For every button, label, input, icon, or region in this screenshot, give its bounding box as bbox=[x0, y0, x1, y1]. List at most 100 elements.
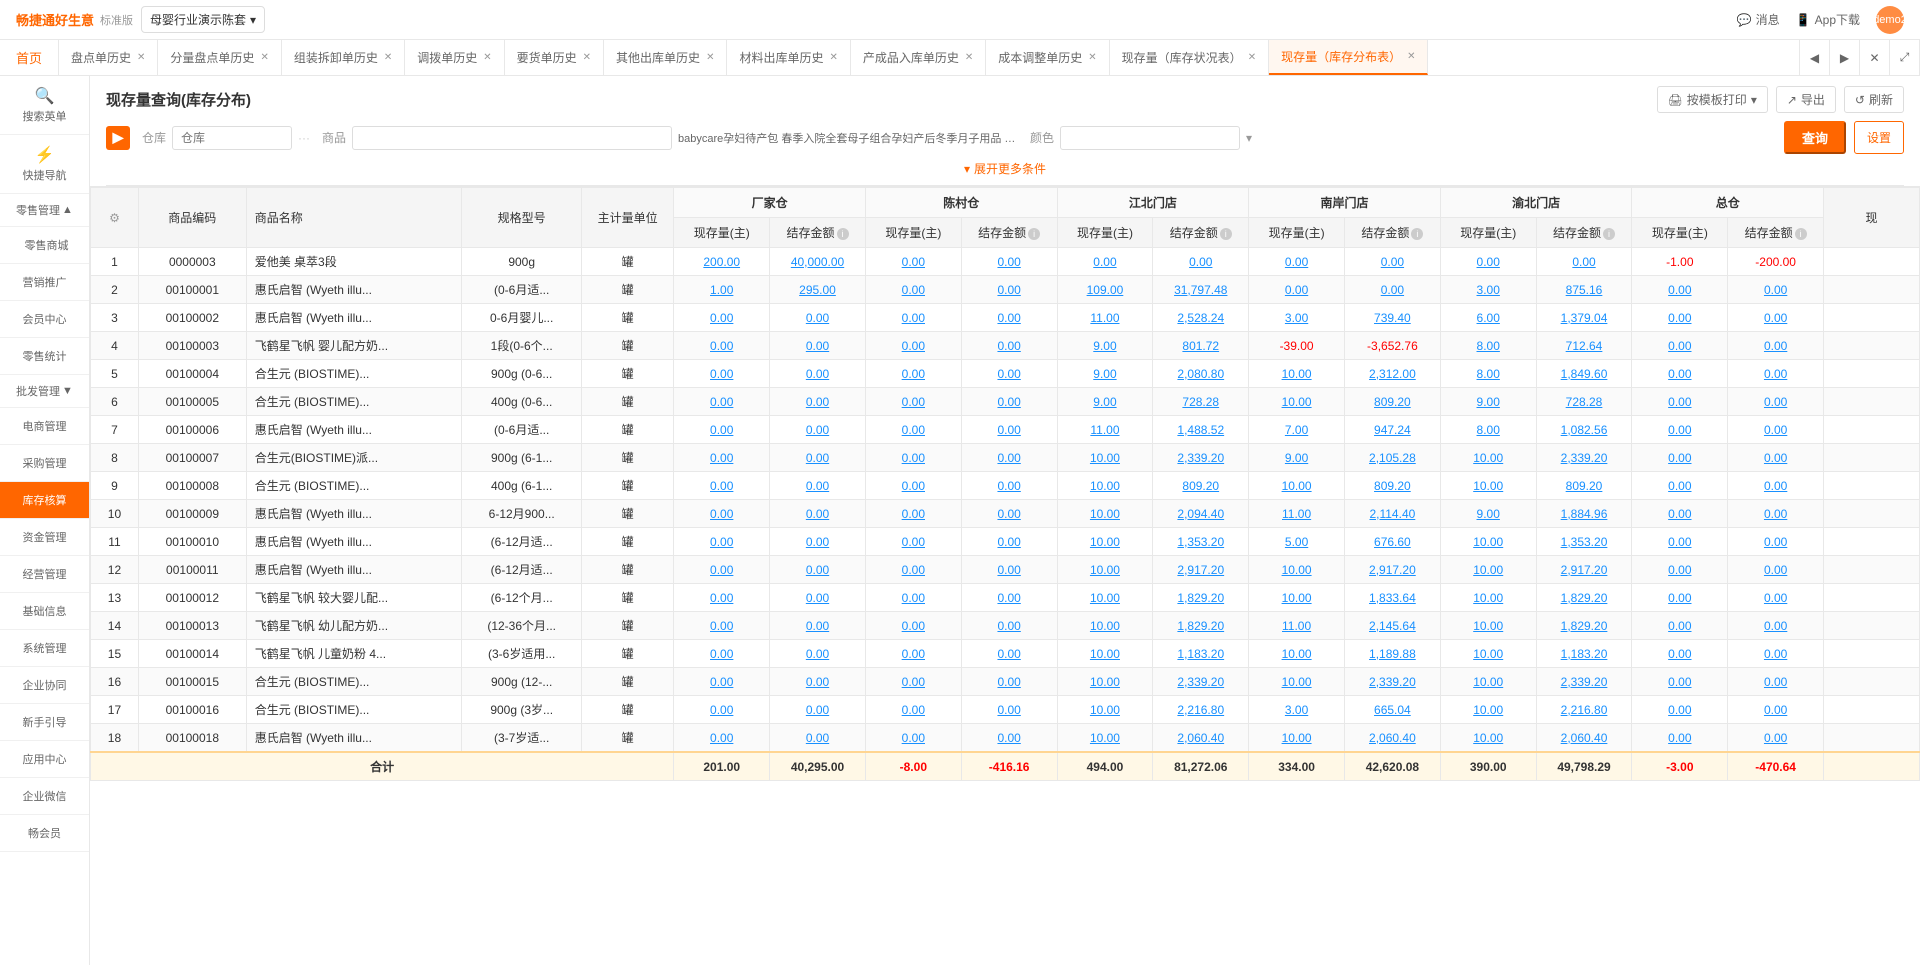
industry-dropdown[interactable]: 母婴行业演示陈套 ▾ bbox=[141, 6, 265, 33]
app-download-btn[interactable]: 📱 App下载 bbox=[1796, 11, 1860, 28]
warehouse-more[interactable]: ··· bbox=[298, 131, 310, 145]
info-icon1[interactable]: i bbox=[837, 228, 849, 240]
filter-toggle-btn[interactable]: ▶ bbox=[106, 126, 130, 150]
gear-icon[interactable]: ⚙ bbox=[109, 211, 120, 225]
cell-text: 罐 bbox=[582, 556, 674, 584]
tab-close-diaobo[interactable]: ✕ bbox=[483, 52, 491, 63]
refresh-btn[interactable]: ↺ 刷新 bbox=[1844, 86, 1904, 113]
cell-num: 10.00 bbox=[1249, 668, 1345, 696]
info-icon6[interactable]: i bbox=[1795, 228, 1807, 240]
tab-diaobo[interactable]: 调拨单历史✕ bbox=[405, 40, 504, 75]
sidebar-item-system[interactable]: 系统管理 bbox=[0, 630, 89, 667]
table-row: 400100003飞鹤星飞帆 婴儿配方奶...1段(0-6个...罐0.000.… bbox=[91, 332, 1920, 360]
tab-xiancun-dist[interactable]: 现存量（库存分布表）✕ bbox=[1269, 40, 1428, 75]
th-yubei-amt: 结存金额i bbox=[1536, 218, 1632, 248]
cell-num: 8.00 bbox=[1440, 332, 1536, 360]
nav-icon: ⚡ bbox=[4, 145, 85, 165]
tab-pandian[interactable]: 盘点单历史✕ bbox=[59, 40, 158, 75]
table-row: 500100004合生元 (BIOSTIME)...900g (0-6...罐0… bbox=[91, 360, 1920, 388]
avatar[interactable]: demo2 bbox=[1876, 6, 1904, 34]
sidebar-item-retail-stats[interactable]: 零售统计 bbox=[0, 338, 89, 375]
export-btn[interactable]: ↗ 导出 bbox=[1776, 86, 1836, 113]
sidebar-item-wechat[interactable]: 企业微信 bbox=[0, 778, 89, 815]
sidebar-item-inventory[interactable]: 库存核算 bbox=[0, 482, 89, 519]
cell-num: 295.00 bbox=[770, 276, 866, 304]
cell-num: 0.00 bbox=[770, 416, 866, 444]
cell-num: 0.00 bbox=[1632, 472, 1728, 500]
sidebar-item-basic-info[interactable]: 基础信息 bbox=[0, 593, 89, 630]
cell-num: 0.00 bbox=[1440, 248, 1536, 276]
cell-num: 0.00 bbox=[1632, 360, 1728, 388]
cell-num: 0.00 bbox=[770, 360, 866, 388]
sidebar-item-vip[interactable]: 畅会员 bbox=[0, 815, 89, 852]
tab-close-yaohuo[interactable]: ✕ bbox=[583, 52, 591, 63]
tab-close-all-btn[interactable]: ✕ bbox=[1860, 40, 1890, 75]
tab-expand-btn[interactable]: ⤢ bbox=[1890, 40, 1920, 75]
tab-chengpinru[interactable]: 产成品入库单历史✕ bbox=[851, 40, 986, 75]
tab-close-zuzhuan[interactable]: ✕ bbox=[384, 52, 392, 63]
tab-close-chengpinru[interactable]: ✕ bbox=[965, 52, 973, 63]
tab-chengtiao[interactable]: 成本调整单历史✕ bbox=[986, 40, 1109, 75]
tab-zuzhuan[interactable]: 组装拆卸单历史✕ bbox=[282, 40, 405, 75]
th-total-amt: 结存金额i bbox=[1728, 218, 1824, 248]
cell-num: 0.00 bbox=[770, 388, 866, 416]
cell-text: (12-36个月... bbox=[462, 612, 582, 640]
query-btn[interactable]: 查询 bbox=[1784, 121, 1846, 154]
cell-text: 惠氏启智 (Wyeth illu... bbox=[246, 416, 462, 444]
sidebar-item-appcenter[interactable]: 应用中心 bbox=[0, 741, 89, 778]
tab-close-xiancun-status[interactable]: ✕ bbox=[1248, 52, 1256, 63]
cell-num: 0.00 bbox=[865, 668, 961, 696]
th-gear[interactable]: ⚙ bbox=[91, 188, 139, 248]
cell-num: -3,652.76 bbox=[1344, 332, 1440, 360]
tab-close-xiancun-dist[interactable]: ✕ bbox=[1407, 51, 1415, 62]
sidebar-item-wholesale-mgmt[interactable]: 批发管理 ▼ bbox=[0, 375, 89, 408]
sidebar-item-retail-mgmt[interactable]: 零售管理 ▲ bbox=[0, 194, 89, 227]
cell-num: 109.00 bbox=[1057, 276, 1153, 304]
cell-num: 8.00 bbox=[1440, 416, 1536, 444]
info-icon4[interactable]: i bbox=[1411, 228, 1423, 240]
sidebar-item-retail-mall[interactable]: 零售商城 bbox=[0, 227, 89, 264]
tab-cailiaochu[interactable]: 材料出库单历史✕ bbox=[727, 40, 850, 75]
tab-close-pandian[interactable]: ✕ bbox=[137, 52, 145, 63]
cell-num: 0.00 bbox=[961, 388, 1057, 416]
tab-close-fenpandian[interactable]: ✕ bbox=[260, 52, 268, 63]
color-input[interactable] bbox=[1060, 126, 1240, 150]
cell-num: 2,216.80 bbox=[1536, 696, 1632, 724]
tab-close-cailiaochu[interactable]: ✕ bbox=[829, 52, 837, 63]
sidebar-item-search[interactable]: 🔍 搜索英单 bbox=[0, 76, 89, 135]
goods-input[interactable] bbox=[352, 126, 672, 150]
tab-home[interactable]: 首页 bbox=[0, 40, 59, 75]
info-icon3[interactable]: i bbox=[1220, 228, 1232, 240]
chevron-down-icon3: ▾ bbox=[1751, 93, 1757, 107]
sidebar-item-purchase[interactable]: 采购管理 bbox=[0, 445, 89, 482]
cell-seq: 6 bbox=[91, 388, 139, 416]
warehouse-input[interactable] bbox=[172, 126, 292, 150]
tab-fenpandian[interactable]: 分量盘点单历史✕ bbox=[158, 40, 281, 75]
tab-next-btn[interactable]: ▶ bbox=[1830, 40, 1860, 75]
sidebar-item-ecommerce[interactable]: 电商管理 bbox=[0, 408, 89, 445]
info-icon2[interactable]: i bbox=[1028, 228, 1040, 240]
tab-close-chengtiao[interactable]: ✕ bbox=[1088, 52, 1096, 63]
tab-xiancun-status[interactable]: 现存量（库存状况表）✕ bbox=[1110, 40, 1269, 75]
sidebar-item-guide[interactable]: 新手引导 bbox=[0, 704, 89, 741]
tab-prev-btn[interactable]: ◀ bbox=[1800, 40, 1830, 75]
sidebar-item-operations[interactable]: 经营管理 bbox=[0, 556, 89, 593]
warehouse-label: 仓库 bbox=[142, 129, 166, 146]
info-icon5[interactable]: i bbox=[1603, 228, 1615, 240]
message-btn[interactable]: 💬 消息 bbox=[1737, 11, 1780, 28]
cell-num: 31,797.48 bbox=[1153, 276, 1249, 304]
table-row: 300100002惠氏启智 (Wyeth illu...0-6月婴儿...罐0.… bbox=[91, 304, 1920, 332]
tab-close-qitachu[interactable]: ✕ bbox=[706, 52, 714, 63]
sidebar-item-collab[interactable]: 企业协同 bbox=[0, 667, 89, 704]
setting-btn[interactable]: 设置 bbox=[1854, 121, 1904, 154]
expand-conditions-btn[interactable]: ▾ 展开更多条件 bbox=[106, 160, 1904, 177]
sidebar-item-nav[interactable]: ⚡ 快捷导航 bbox=[0, 135, 89, 194]
sidebar-item-member[interactable]: 会员中心 bbox=[0, 301, 89, 338]
cell-num: 10.00 bbox=[1057, 500, 1153, 528]
tab-qitachu[interactable]: 其他出库单历史✕ bbox=[604, 40, 727, 75]
sidebar-item-marketing[interactable]: 营销推广 bbox=[0, 264, 89, 301]
tab-yaohuo[interactable]: 要货单历史✕ bbox=[505, 40, 604, 75]
sidebar-item-finance[interactable]: 资金管理 bbox=[0, 519, 89, 556]
cell-text: 00100015 bbox=[138, 668, 246, 696]
print-btn[interactable]: 🖨 按模板打印 ▾ bbox=[1657, 86, 1768, 113]
